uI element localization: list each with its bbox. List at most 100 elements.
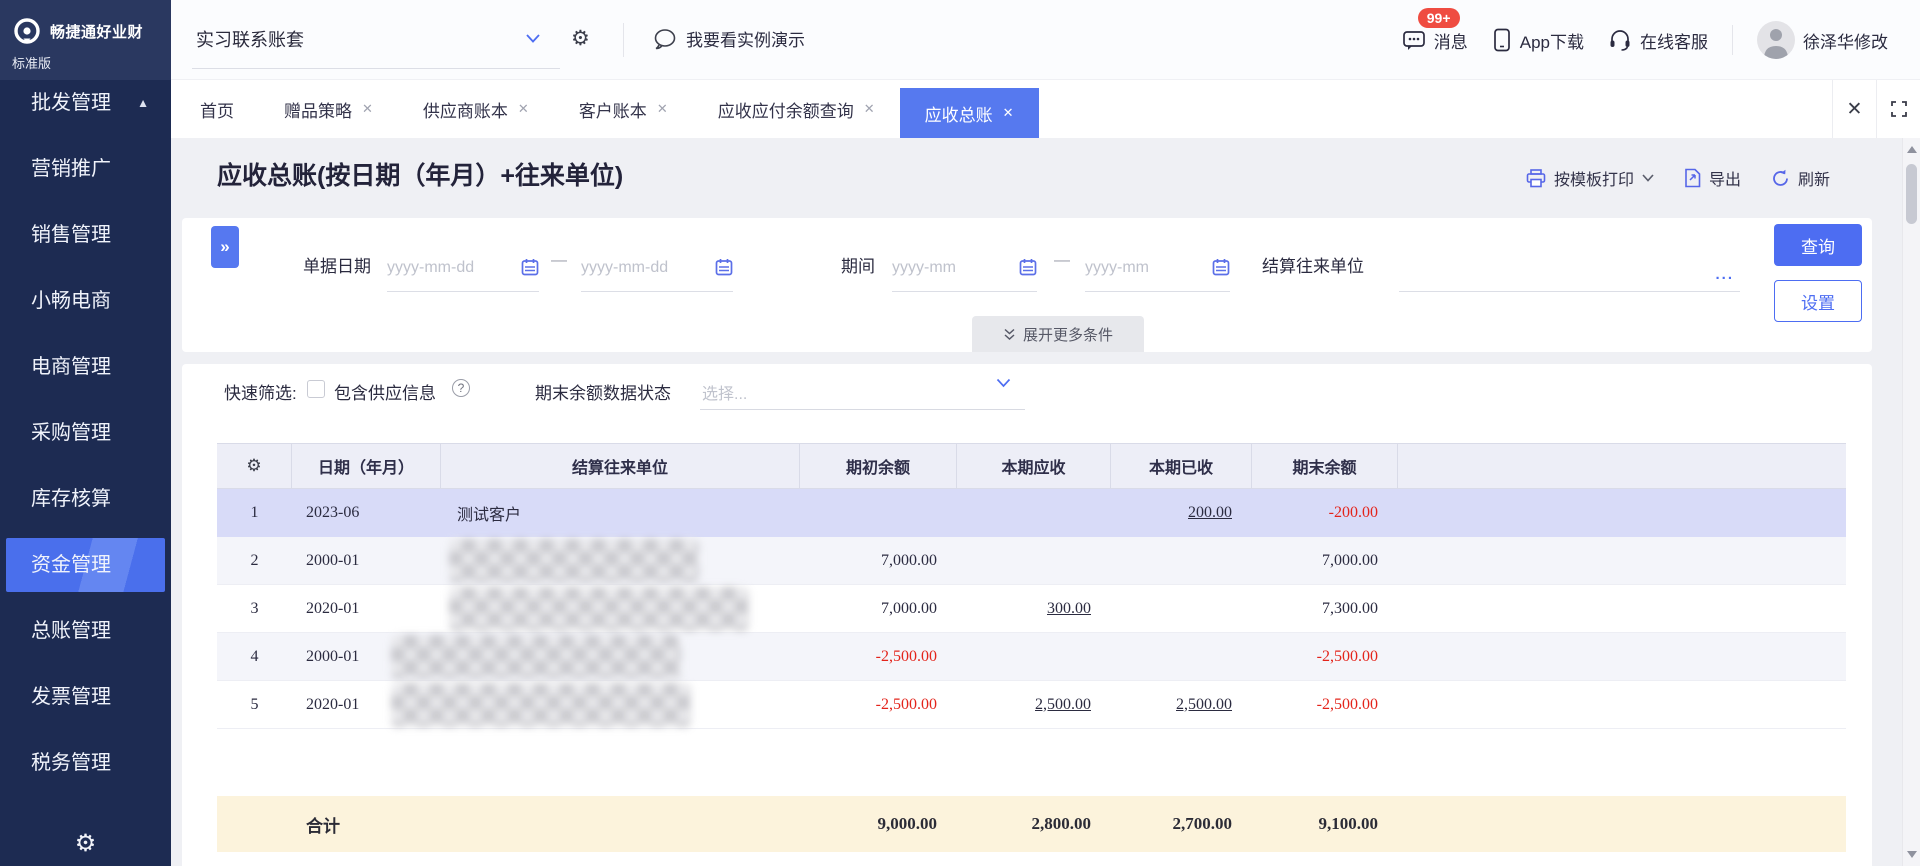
query-button[interactable]: 查询	[1774, 224, 1862, 266]
include-supply-checkbox[interactable]	[307, 380, 325, 398]
receivable-amount-link[interactable]: 2,500.00	[957, 681, 1111, 728]
sidebar-settings-gear-icon[interactable]: ⚙	[75, 830, 97, 857]
sidebar-item-ecommerce-management[interactable]: 电商管理	[0, 334, 171, 400]
expand-more-conditions[interactable]: 展开更多条件	[972, 316, 1144, 352]
scroll-down-icon[interactable]	[1907, 851, 1917, 858]
refresh-button[interactable]: 刷新	[1771, 166, 1830, 190]
received-amount-link[interactable]: 2,500.00	[1111, 681, 1252, 728]
calendar-icon[interactable]	[715, 258, 733, 276]
fullscreen-icon[interactable]	[1876, 80, 1920, 138]
tab-ar-ap-balance-query[interactable]: 应收应付余额查询 ✕	[693, 80, 900, 138]
messages-label: 消息	[1433, 32, 1468, 52]
scrollbar-thumb[interactable]	[1906, 164, 1917, 224]
vertical-scrollbar[interactable]	[1902, 138, 1920, 866]
demo-link[interactable]: 我要看实例演示	[653, 26, 805, 51]
settings-button[interactable]: 设置	[1774, 280, 1862, 322]
table-row[interactable]: 5 2020-01 -2,500.00 2,500.00 2,500.00 -2…	[217, 681, 1846, 729]
collapse-filter-button[interactable]: »	[211, 226, 239, 268]
close-icon[interactable]: ✕	[518, 101, 529, 117]
close-icon[interactable]: ✕	[864, 101, 875, 117]
total-received: 2,700.00	[1172, 814, 1233, 833]
col-header-filler	[1398, 444, 1846, 488]
tab-customer-ledger[interactable]: 客户账本 ✕	[554, 80, 693, 138]
sidebar-item-inventory-accounting[interactable]: 库存核算	[0, 466, 171, 532]
tabbar-controls: ✕	[1832, 80, 1920, 138]
sidebar-item-marketing[interactable]: 营销推广	[0, 136, 171, 202]
topbar-divider	[623, 23, 624, 57]
demo-icon	[653, 28, 677, 50]
avatar	[1757, 21, 1795, 59]
export-button[interactable]: 导出	[1684, 166, 1741, 190]
partner-input[interactable]	[1399, 248, 1740, 288]
col-header-partner[interactable]: 结算往来单位	[441, 444, 800, 488]
printer-icon	[1526, 168, 1546, 188]
period-label: 期间	[841, 257, 875, 276]
close-all-icon[interactable]: ✕	[1832, 80, 1876, 138]
calendar-icon[interactable]	[521, 258, 539, 276]
column-settings-gear-icon[interactable]: ⚙	[217, 444, 292, 488]
close-icon[interactable]: ✕	[362, 101, 373, 117]
messages-button[interactable]: 99+ 消息	[1402, 7, 1468, 53]
col-header-received[interactable]: 本期已收	[1111, 444, 1252, 488]
date-range-dash: —	[551, 252, 567, 269]
calendar-icon[interactable]	[1212, 258, 1230, 276]
sidebar-item-tax-management[interactable]: 税务管理	[0, 730, 171, 796]
redacted-partner-name	[391, 635, 681, 679]
sidebar-item-procurement[interactable]: 采购管理	[0, 400, 171, 466]
tab-supplier-ledger[interactable]: 供应商账本 ✕	[398, 80, 554, 138]
col-header-period[interactable]: 日期（年月）	[292, 444, 441, 488]
close-icon[interactable]: ✕	[657, 101, 668, 117]
results-panel: 快速筛选: 包含供应信息 ? 期末余额数据状态 选择... ⚙ 日期（年月） 结…	[182, 364, 1872, 866]
tab-home[interactable]: 首页	[175, 80, 259, 138]
totals-label: 合计	[306, 816, 340, 836]
close-icon[interactable]: ✕	[1003, 105, 1014, 121]
sidebar-item-sales-management[interactable]: 销售管理	[0, 202, 171, 268]
table-header: ⚙ 日期（年月） 结算往来单位 期初余额 本期应收 本期已收 期末余额	[217, 443, 1846, 489]
sidebar-item-general-ledger[interactable]: 总账管理	[0, 598, 171, 664]
headset-icon	[1608, 28, 1632, 52]
app-download-button[interactable]: App下载	[1492, 28, 1584, 53]
partner-picker-ellipsis[interactable]: ...	[1715, 266, 1734, 283]
table-row[interactable]: 1 2023-06 测试客户 200.00 -200.00	[217, 489, 1846, 537]
received-amount-link[interactable]: 200.00	[1111, 489, 1252, 536]
sidebar-item-wholesale-management[interactable]: 批发管理 ▲	[0, 70, 171, 136]
calendar-icon[interactable]	[1019, 258, 1037, 276]
period-start-input[interactable]	[892, 248, 1037, 288]
phone-icon	[1492, 28, 1512, 52]
sidebar-item-funds-management[interactable]: 资金管理	[0, 532, 171, 598]
account-set-select[interactable]: 实习联系账套	[192, 22, 560, 69]
tab-ar-general-ledger[interactable]: 应收总账 ✕	[899, 88, 1039, 138]
doc-date-end-input[interactable]	[581, 248, 733, 288]
table-row[interactable]: 4 2000-01 -2,500.00 -2,500.00	[217, 633, 1846, 681]
collapse-up-icon[interactable]: ▲	[137, 70, 149, 136]
period-range-dash: —	[1054, 252, 1070, 269]
print-by-template-button[interactable]: 按模板打印	[1526, 166, 1654, 190]
redacted-partner-name	[449, 539, 699, 583]
doc-date-start-input[interactable]	[387, 248, 539, 288]
online-service-button[interactable]: 在线客服	[1608, 28, 1708, 53]
demo-link-label: 我要看实例演示	[686, 31, 805, 50]
account-settings-gear-icon[interactable]: ⚙	[571, 26, 590, 51]
col-header-receivable[interactable]: 本期应收	[957, 444, 1111, 488]
col-header-opening[interactable]: 期初余额	[800, 444, 957, 488]
sidebar: 畅捷通好业财 标准版 批发管理 ▲ 营销推广 销售管理 小畅电商 电商管理 采购…	[0, 0, 171, 866]
brand-logo-icon	[12, 16, 42, 46]
app-download-label: App下载	[1519, 32, 1584, 52]
col-header-closing[interactable]: 期末余额	[1252, 444, 1398, 488]
sidebar-item-invoice-management[interactable]: 发票管理	[0, 664, 171, 730]
account-set-name: 实习联系账套	[196, 30, 304, 50]
balance-status-select[interactable]: 选择...	[700, 364, 1025, 410]
period-end-field	[1085, 242, 1230, 292]
sidebar-item-xiaochang-ecommerce[interactable]: 小畅电商	[0, 268, 171, 334]
user-menu[interactable]: 徐泽华修改	[1757, 21, 1888, 59]
app-window: 畅捷通好业财 标准版 批发管理 ▲ 营销推广 销售管理 小畅电商 电商管理 采购…	[0, 0, 1920, 866]
period-end-input[interactable]	[1085, 248, 1230, 288]
export-label: 导出	[1708, 172, 1741, 189]
scroll-up-icon[interactable]	[1907, 146, 1917, 153]
tab-gift-policy[interactable]: 赠品策略 ✕	[259, 80, 398, 138]
help-icon[interactable]: ?	[452, 379, 470, 397]
table-row[interactable]: 3 2020-01 7,000.00 300.00 7,300.00	[217, 585, 1846, 633]
receivable-amount-link[interactable]: 300.00	[957, 585, 1111, 632]
totals-row: 合计 9,000.00 2,800.00 2,700.00 9,100.00	[217, 796, 1846, 852]
table-row[interactable]: 2 2000-01 7,000.00 7,000.00	[217, 537, 1846, 585]
